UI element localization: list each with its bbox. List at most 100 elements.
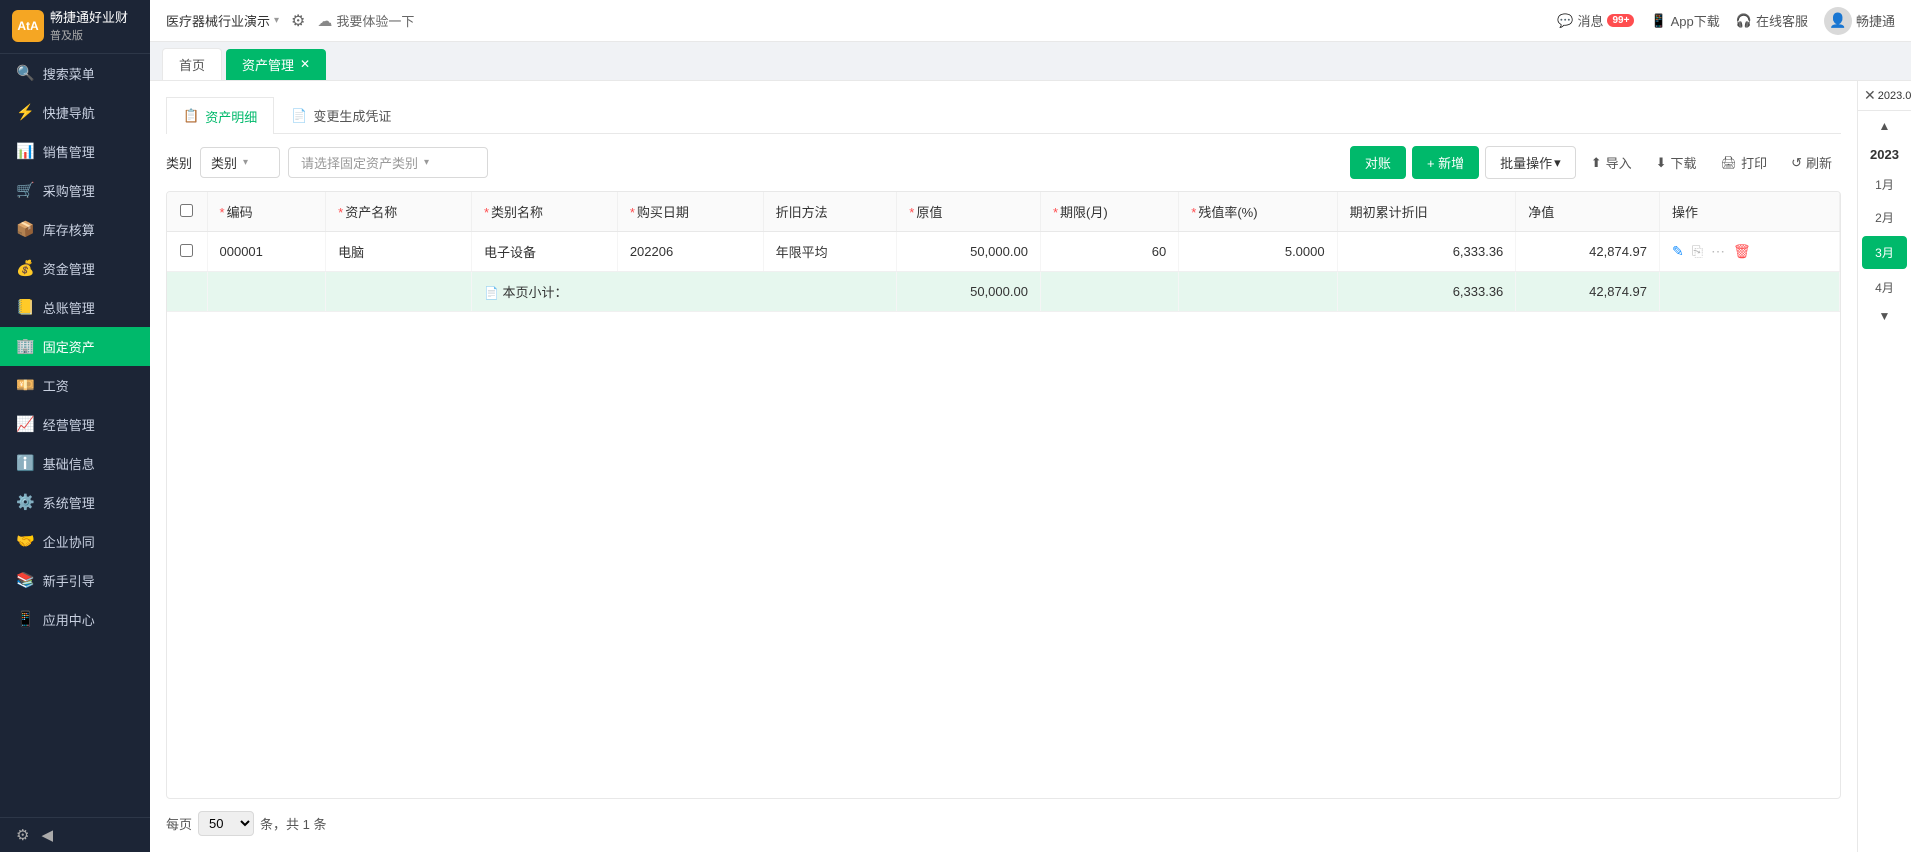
row-code: 000001 — [207, 232, 326, 272]
category-search-input[interactable]: 请选择固定资产类别 ▾ — [288, 147, 488, 178]
panel-close-icon[interactable]: ✕ — [1862, 85, 1878, 106]
batch-label: 批量操作 — [1500, 153, 1552, 172]
user-btn[interactable]: 👤 畅捷通 — [1824, 7, 1895, 35]
month-item[interactable]: 2月 — [1858, 201, 1911, 234]
sidebar-icon-basic-info: ℹ️ — [16, 454, 35, 472]
sidebar-item-inventory[interactable]: 📦库存核算 — [0, 210, 150, 249]
sidebar-icon-search: 🔍 — [16, 64, 35, 82]
sub-tab-change-voucher[interactable]: 📄 变更生成凭证 — [274, 97, 408, 133]
sub-tabs: 📋 资产明细 📄 变更生成凭证 — [166, 97, 1841, 134]
sidebar-item-operations[interactable]: 📈经营管理 — [0, 405, 150, 444]
table-row: 000001 电脑 电子设备 202206 年限平均 50,000.00 60 … — [167, 232, 1840, 272]
sub-tab-change-voucher-label: 变更生成凭证 — [313, 106, 391, 125]
more-icon[interactable]: ⋯ — [1711, 243, 1725, 260]
category-type-label: 类别 — [211, 153, 237, 172]
copy-icon[interactable]: ⎘ — [1692, 243, 1703, 260]
row-depreciation-method: 年限平均 — [763, 232, 897, 272]
th-checkbox — [167, 192, 207, 232]
print-button[interactable]: 🖨 打印 — [1712, 147, 1777, 178]
sidebar-item-purchase[interactable]: 🛒采购管理 — [0, 171, 150, 210]
year-prev-icon[interactable]: ▲ — [1875, 115, 1895, 137]
sidebar-label-sales: 销售管理 — [43, 142, 95, 161]
reconcile-button[interactable]: 对账 — [1350, 146, 1406, 179]
delete-icon[interactable]: 🗑 — [1733, 243, 1751, 260]
sub-tab-asset-detail-label: 资产明细 — [205, 107, 257, 126]
th-accumulated-depreciation: 期初累计折旧 — [1337, 192, 1516, 232]
topbar-right: 💬 消息 99+ 📱 App下载 🎧 在线客服 👤 畅捷通 — [1557, 7, 1895, 35]
sidebar-item-app-center[interactable]: 📱应用中心 — [0, 600, 150, 639]
month-item[interactable]: 3月 — [1862, 236, 1907, 269]
tab-asset-label: 资产管理 — [242, 55, 294, 74]
sidebar-label-capital: 资金管理 — [43, 259, 95, 278]
subtotal-label-cell: 📄 本页小计： — [471, 272, 896, 312]
month-item[interactable]: 1月 — [1858, 168, 1911, 201]
import-button[interactable]: ⬆ 导入 — [1582, 147, 1641, 178]
sidebar: AtA 畅捷通好业财 普及版 🔍搜索菜单⚡快捷导航📊销售管理🛒采购管理📦库存核算… — [0, 0, 150, 852]
cloud-icon: ☁ — [317, 12, 332, 30]
download-icon: ⬇ — [1656, 155, 1667, 171]
row-checkbox[interactable] — [180, 244, 193, 257]
online-service-btn[interactable]: 🎧 在线客服 — [1736, 11, 1808, 30]
sidebar-item-basic-info[interactable]: ℹ️基础信息 — [0, 444, 150, 483]
settings-icon[interactable]: ⚙ — [16, 826, 29, 844]
sidebar-icon-general-ledger: 📒 — [16, 298, 35, 316]
tab-asset-management[interactable]: 资产管理 ✕ — [226, 49, 326, 80]
sidebar-label-system: 系统管理 — [43, 493, 95, 512]
batch-operation-button[interactable]: 批量操作 ▾ — [1485, 146, 1576, 179]
sidebar-bottom: ⚙ ◀ — [0, 817, 150, 852]
sidebar-icon-operations: 📈 — [16, 415, 35, 433]
select-all-checkbox[interactable] — [180, 204, 193, 217]
tab-close-icon[interactable]: ✕ — [300, 57, 310, 71]
category-type-select[interactable]: 类别 ▾ — [200, 147, 280, 178]
sidebar-item-quick-nav[interactable]: ⚡快捷导航 — [0, 93, 150, 132]
th-code: *编码 — [207, 192, 326, 232]
print-icon: 🖨 — [1721, 155, 1738, 171]
asset-data-table: *编码 *资产名称 *类别名称 *购买日期 折旧方法 *原值 *期限(月) *残… — [167, 192, 1840, 312]
messages-label: 消息 — [1577, 11, 1603, 30]
sidebar-logo: AtA 畅捷通好业财 普及版 — [0, 0, 150, 54]
tab-home[interactable]: 首页 — [162, 48, 222, 80]
subtotal-empty-2 — [207, 272, 326, 312]
sidebar-label-fixed-assets: 固定资产 — [43, 337, 95, 356]
sub-tab-asset-detail[interactable]: 📋 资产明细 — [166, 97, 274, 134]
filter-row: 类别 类别 ▾ 请选择固定资产类别 ▾ — [166, 147, 488, 178]
subtotal-row: 📄 本页小计： 50,000.00 6,333.36 42,874.97 — [167, 272, 1840, 312]
sidebar-item-payroll[interactable]: 💴工资 — [0, 366, 150, 405]
service-icon: 🎧 — [1736, 13, 1752, 29]
row-purchase-date: 202206 — [617, 232, 763, 272]
edit-icon[interactable]: ✎ — [1672, 243, 1684, 260]
sidebar-item-general-ledger[interactable]: 📒总账管理 — [0, 288, 150, 327]
right-panel-year-label[interactable]: 2023 — [1870, 141, 1899, 168]
row-checkbox-cell — [167, 232, 207, 272]
sidebar-icon-fixed-assets: 🏢 — [16, 337, 35, 355]
collapse-icon[interactable]: ◀ — [41, 826, 53, 844]
row-category: 电子设备 — [471, 232, 617, 272]
messages-btn[interactable]: 💬 消息 99+ — [1557, 11, 1634, 30]
sidebar-item-capital[interactable]: 💰资金管理 — [0, 249, 150, 288]
message-badge: 99+ — [1607, 14, 1634, 27]
sidebar-item-enterprise[interactable]: 🤝企业协同 — [0, 522, 150, 561]
download-button[interactable]: ⬇ 下载 — [1647, 147, 1706, 178]
settings-gear-icon[interactable]: ⚙ — [291, 11, 305, 31]
per-page-select[interactable]: 50 10 20 100 — [198, 811, 254, 836]
new-button[interactable]: + 新增 — [1412, 146, 1479, 179]
category-label: 类别 — [166, 153, 192, 172]
sidebar-item-sales[interactable]: 📊销售管理 — [0, 132, 150, 171]
row-net-value: 42,874.97 — [1516, 232, 1660, 272]
row-accumulated-depreciation: 6,333.36 — [1337, 232, 1516, 272]
sidebar-item-system[interactable]: ⚙️系统管理 — [0, 483, 150, 522]
row-period: 60 — [1040, 232, 1178, 272]
year-next-icon[interactable]: ▼ — [1875, 305, 1895, 327]
sidebar-icon-quick-nav: ⚡ — [16, 103, 35, 121]
sidebar-label-guide: 新手引导 — [43, 571, 95, 590]
sidebar-item-guide[interactable]: 📚新手引导 — [0, 561, 150, 600]
company-selector[interactable]: 医疗器械行业演示 ▾ — [166, 11, 279, 30]
subtotal-empty-actions — [1660, 272, 1840, 312]
sidebar-item-search[interactable]: 🔍搜索菜单 — [0, 54, 150, 93]
category-search-placeholder: 请选择固定资产类别 — [301, 153, 418, 172]
experience-btn[interactable]: ☁ 我要体验一下 — [317, 11, 414, 30]
app-download-btn[interactable]: 📱 App下载 — [1650, 11, 1719, 30]
month-item[interactable]: 4月 — [1858, 271, 1911, 304]
refresh-button[interactable]: ↺ 刷新 — [1782, 147, 1841, 178]
sidebar-item-fixed-assets[interactable]: 🏢 固定资产 — [0, 327, 150, 366]
